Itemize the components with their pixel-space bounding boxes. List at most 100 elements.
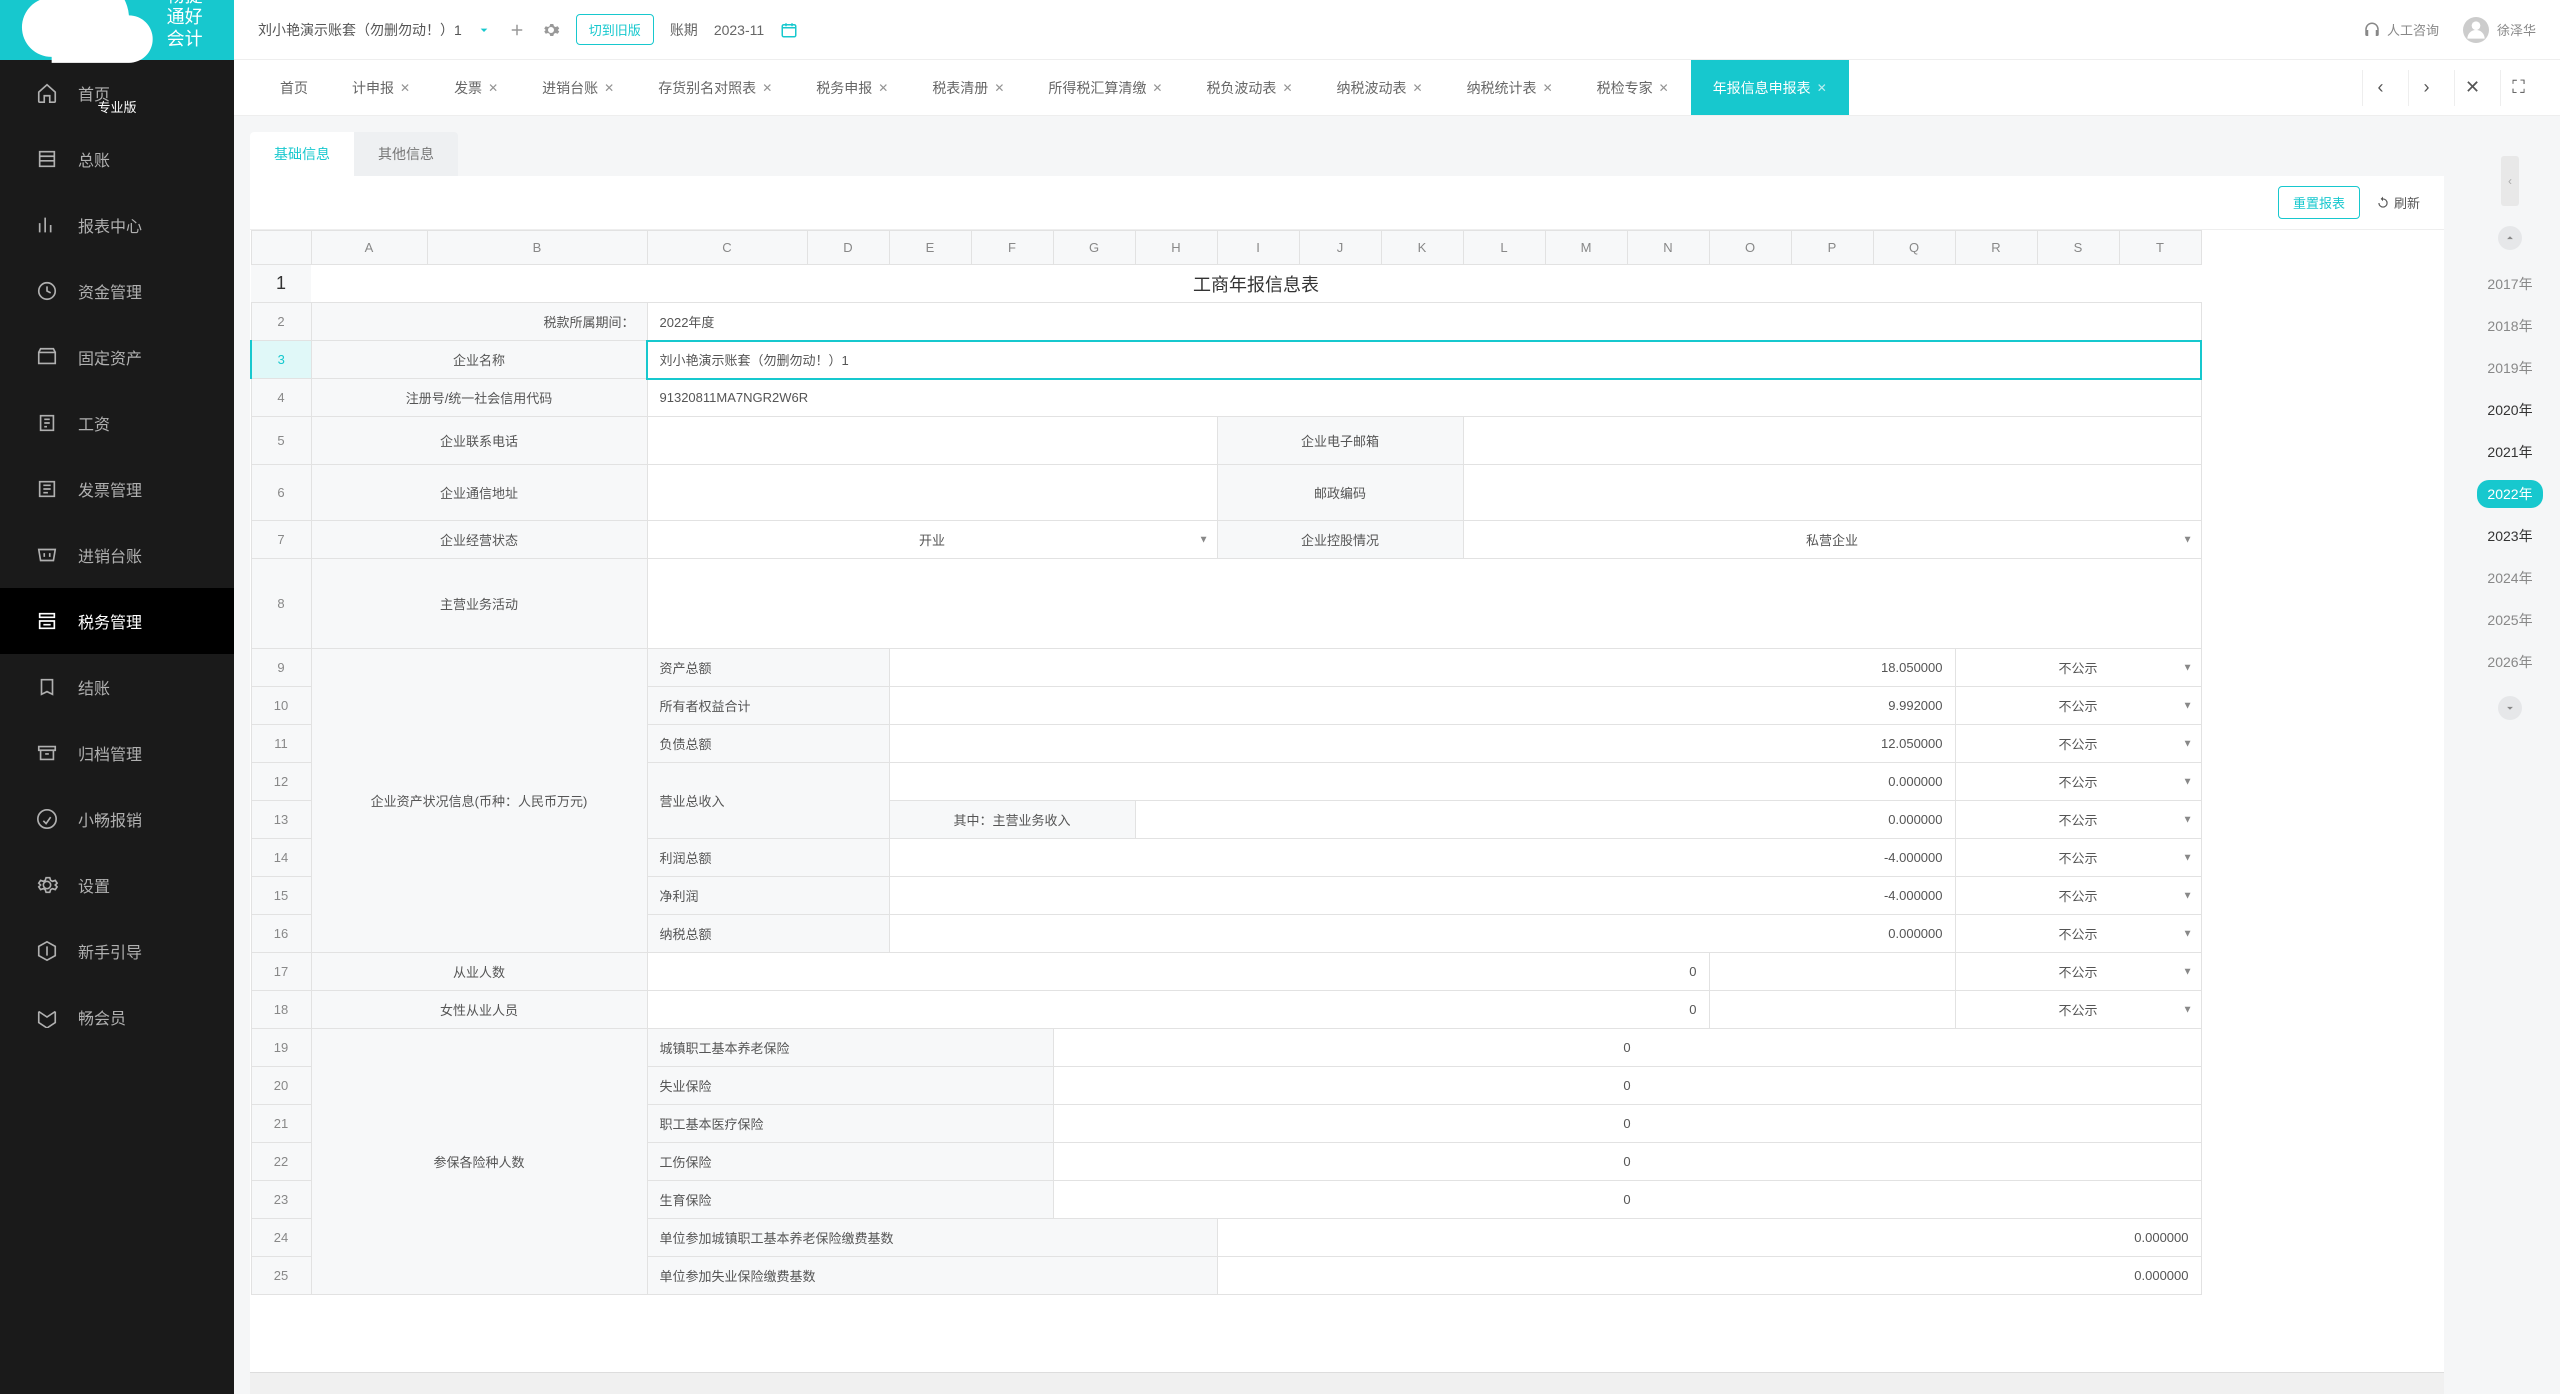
user-menu[interactable]: 徐泽华 xyxy=(2463,17,2536,43)
year-2019年[interactable]: 2019年 xyxy=(2477,354,2542,382)
close-icon[interactable]: ✕ xyxy=(762,81,772,95)
cell-value[interactable]: 0 xyxy=(1053,1181,2201,1219)
tab-税检专家[interactable]: 税检专家✕ xyxy=(1575,60,1691,115)
status-select[interactable]: 开业 xyxy=(647,521,1217,559)
col-header[interactable]: B xyxy=(427,231,647,265)
tab-进销台账[interactable]: 进销台账✕ xyxy=(520,60,636,115)
col-header[interactable]: I xyxy=(1217,231,1299,265)
close-icon[interactable]: ✕ xyxy=(994,81,1004,95)
col-header[interactable]: P xyxy=(1791,231,1873,265)
year-2017年[interactable]: 2017年 xyxy=(2477,270,2542,298)
close-icon[interactable]: ✕ xyxy=(1817,81,1827,95)
sidebar-item-close-book[interactable]: 结账 xyxy=(0,654,234,720)
cell-value[interactable]: -4.000000 xyxy=(889,839,1955,877)
col-header[interactable]: Q xyxy=(1873,231,1955,265)
cell-value[interactable]: 0 xyxy=(1053,1067,2201,1105)
spreadsheet[interactable]: ABCDEFGHIJKLMNOPQRST 1工商年报信息表 2税款所属期间：20… xyxy=(250,230,2202,1295)
year-2018年[interactable]: 2018年 xyxy=(2477,312,2542,340)
col-header[interactable]: A xyxy=(311,231,427,265)
col-header[interactable]: T xyxy=(2119,231,2201,265)
sidebar-item-settings[interactable]: 设置 xyxy=(0,852,234,918)
gear-icon[interactable] xyxy=(542,21,560,39)
publish-select[interactable]: 不公示 xyxy=(1955,687,2201,725)
years-down-button[interactable] xyxy=(2498,696,2522,720)
year-2022年[interactable]: 2022年 xyxy=(2477,480,2542,508)
calendar-icon[interactable] xyxy=(780,21,798,39)
period-value[interactable]: 2023-11 xyxy=(714,22,764,38)
publish-select[interactable]: 不公示 xyxy=(1955,649,2201,687)
tab-所得税汇算清缴[interactable]: 所得税汇算清缴✕ xyxy=(1026,60,1184,115)
publish-select[interactable]: 不公示 xyxy=(1955,877,2201,915)
year-2024年[interactable]: 2024年 xyxy=(2477,564,2542,592)
sidebar-item-asset[interactable]: 固定资产 xyxy=(0,324,234,390)
close-icon[interactable]: ✕ xyxy=(1543,81,1553,95)
cell-value[interactable]: 0 xyxy=(1053,1105,2201,1143)
year-2023年[interactable]: 2023年 xyxy=(2477,522,2542,550)
close-icon[interactable]: ✕ xyxy=(1659,81,1669,95)
cell-value[interactable]: 9.992000 xyxy=(889,687,1955,725)
publish-select[interactable]: 不公示 xyxy=(1955,725,2201,763)
add-icon[interactable] xyxy=(508,21,526,39)
col-header[interactable]: F xyxy=(971,231,1053,265)
cell-value[interactable]: 0.000000 xyxy=(1217,1219,2201,1257)
col-header[interactable]: D xyxy=(807,231,889,265)
support-link[interactable]: 人工咨询 xyxy=(2363,20,2439,39)
publish-select[interactable]: 不公示 xyxy=(1955,801,2201,839)
publish-select[interactable]: 不公示 xyxy=(1955,915,2201,953)
fullscreen-icon[interactable]: ⛶ xyxy=(2500,70,2536,106)
regno-value[interactable]: 91320811MA7NGR2W6R xyxy=(647,379,2201,417)
col-header[interactable]: L xyxy=(1463,231,1545,265)
sidebar-item-purchase[interactable]: 进销台账 xyxy=(0,522,234,588)
tab-税表清册[interactable]: 税表清册✕ xyxy=(910,60,1026,115)
holding-select[interactable]: 私营企业 xyxy=(1463,521,2201,559)
col-header[interactable]: C xyxy=(647,231,807,265)
corner-cell[interactable] xyxy=(251,231,311,265)
tab-纳税统计表[interactable]: 纳税统计表✕ xyxy=(1445,60,1575,115)
reset-report-button[interactable]: 重置报表 xyxy=(2278,186,2360,219)
tab-basic-info[interactable]: 基础信息 xyxy=(250,132,354,176)
activity-value[interactable] xyxy=(647,559,2201,649)
close-icon[interactable]: ✕ xyxy=(604,81,614,95)
sidebar-item-guide[interactable]: 新手引导 xyxy=(0,918,234,984)
grid-scroll[interactable]: ABCDEFGHIJKLMNOPQRST 1工商年报信息表 2税款所属期间：20… xyxy=(250,230,2444,1372)
close-icon[interactable]: ✕ xyxy=(1152,81,1162,95)
tabs-close-all-button[interactable]: ✕ xyxy=(2454,70,2490,106)
tab-首页[interactable]: 首页 xyxy=(258,60,330,115)
col-header[interactable]: N xyxy=(1627,231,1709,265)
cell-value[interactable]: 0.000000 xyxy=(889,915,1955,953)
dataset-selector[interactable]: 刘小艳演示账套（勿删勿动！）1 xyxy=(258,20,492,40)
sidebar-item-tax[interactable]: 税务管理 xyxy=(0,588,234,654)
year-2020年[interactable]: 2020年 xyxy=(2477,396,2542,424)
sidebar-item-payroll[interactable]: 工资 xyxy=(0,390,234,456)
col-header[interactable]: J xyxy=(1299,231,1381,265)
col-header[interactable]: S xyxy=(2037,231,2119,265)
year-2025年[interactable]: 2025年 xyxy=(2477,606,2542,634)
sidebar-item-invoice[interactable]: 发票管理 xyxy=(0,456,234,522)
cell-value[interactable]: 0.000000 xyxy=(1217,1257,2201,1295)
cell-value[interactable]: 0 xyxy=(1053,1143,2201,1181)
address-value[interactable] xyxy=(647,465,1217,521)
sidebar-item-reimburse[interactable]: 小畅报销 xyxy=(0,786,234,852)
switch-old-button[interactable]: 切到旧版 xyxy=(576,14,654,45)
col-header[interactable]: R xyxy=(1955,231,2037,265)
email-value[interactable] xyxy=(1463,417,2201,465)
years-up-button[interactable] xyxy=(2498,226,2522,250)
horizontal-scrollbar[interactable] xyxy=(250,1372,2444,1394)
cell-value[interactable]: -4.000000 xyxy=(889,877,1955,915)
rail-collapse-button[interactable]: ‹ xyxy=(2501,156,2519,206)
cell-value[interactable]: 18.050000 xyxy=(889,649,1955,687)
publish-select[interactable]: 不公示 xyxy=(1955,763,2201,801)
year-2026年[interactable]: 2026年 xyxy=(2477,648,2542,676)
publish-select[interactable]: 不公示 xyxy=(1955,991,2201,1029)
col-header[interactable]: K xyxy=(1381,231,1463,265)
col-header[interactable]: M xyxy=(1545,231,1627,265)
chevron-down-icon[interactable] xyxy=(476,22,492,38)
close-icon[interactable]: ✕ xyxy=(1282,81,1292,95)
tab-纳税波动表[interactable]: 纳税波动表✕ xyxy=(1315,60,1445,115)
cell-value[interactable]: 0.000000 xyxy=(1135,801,1955,839)
sidebar-item-report[interactable]: 报表中心 xyxy=(0,192,234,258)
sidebar-item-fund[interactable]: 资金管理 xyxy=(0,258,234,324)
col-header[interactable]: O xyxy=(1709,231,1791,265)
cell-value[interactable]: 0 xyxy=(647,991,1709,1029)
year-2021年[interactable]: 2021年 xyxy=(2477,438,2542,466)
